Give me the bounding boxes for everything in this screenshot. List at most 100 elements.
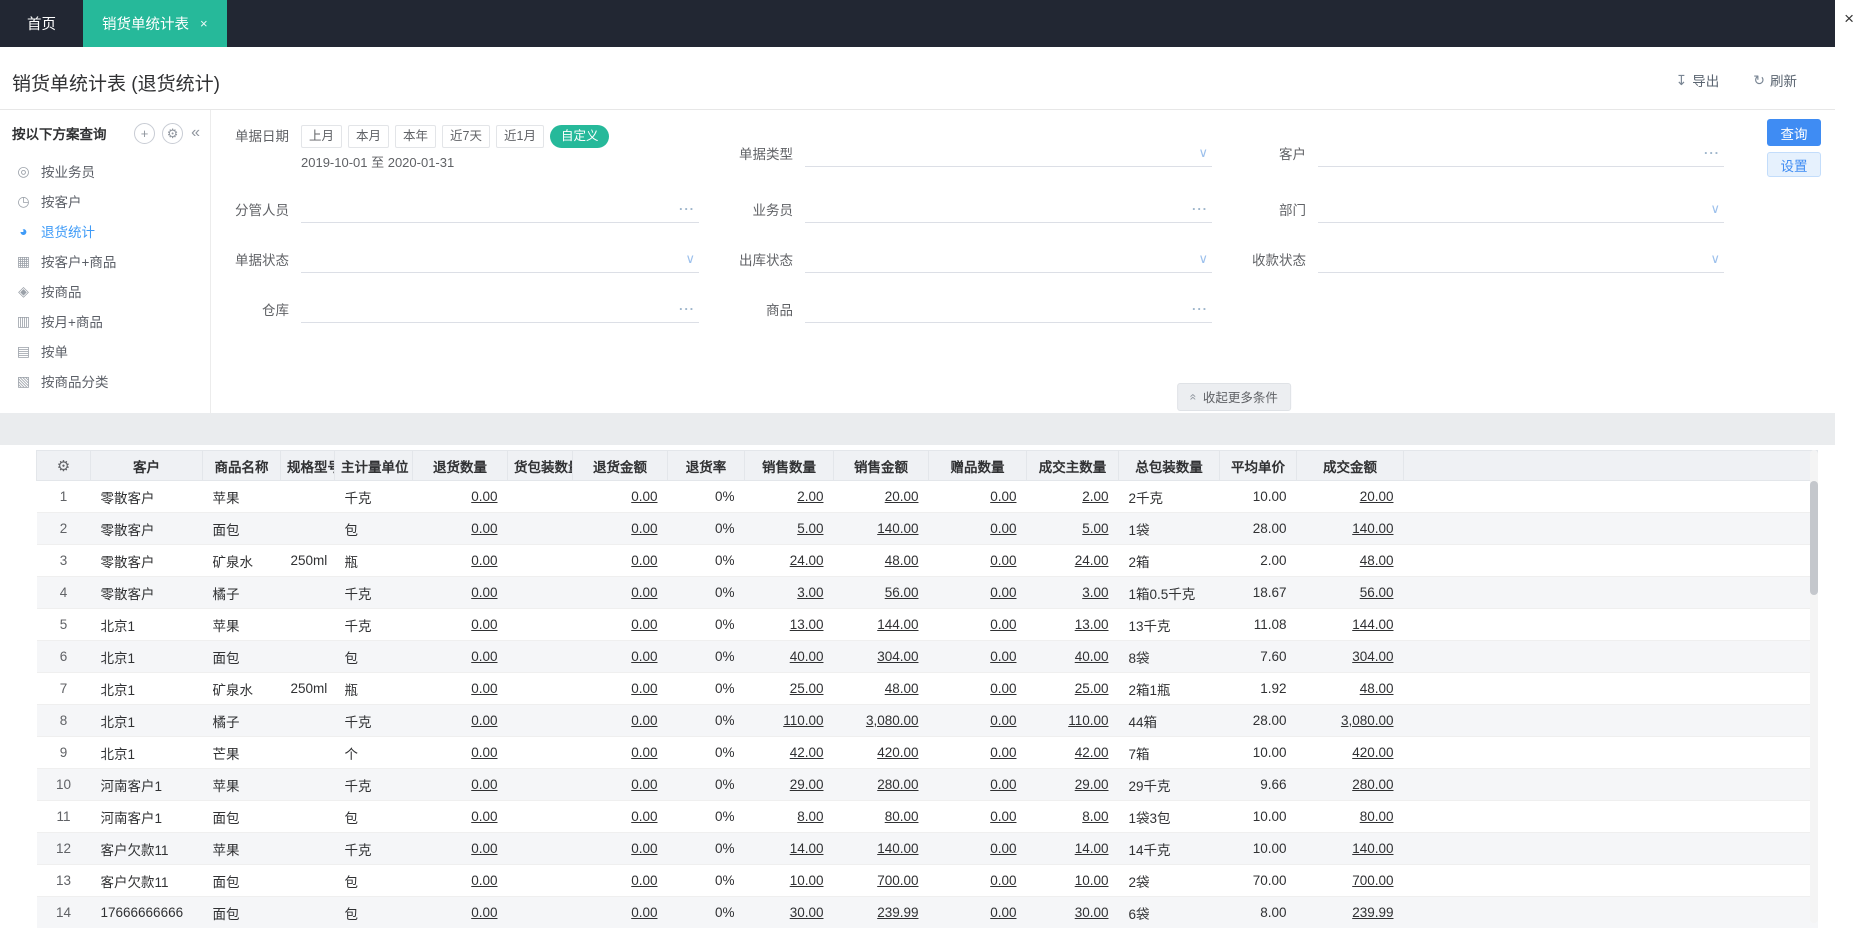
drilldown-link[interactable]: 48.00 bbox=[885, 553, 919, 568]
date-quick-button-2[interactable]: 本年 bbox=[395, 125, 437, 148]
drilldown-link[interactable]: 110.00 bbox=[1068, 713, 1108, 728]
drilldown-link[interactable]: 0.00 bbox=[631, 521, 657, 536]
drilldown-link[interactable]: 140.00 bbox=[1352, 521, 1393, 536]
drilldown-link[interactable]: 0.00 bbox=[631, 617, 657, 632]
drilldown-link[interactable]: 0.00 bbox=[471, 809, 497, 824]
filter-lookup-input[interactable]: ··· bbox=[301, 296, 699, 323]
sidebar-item-2[interactable]: ◕ 退货统计 bbox=[0, 216, 210, 246]
drilldown-link[interactable]: 0.00 bbox=[631, 777, 657, 792]
sidebar-item-6[interactable]: ▤ 按单 bbox=[0, 336, 210, 366]
date-custom-badge[interactable]: 自定义 bbox=[549, 125, 610, 148]
refresh-button[interactable]: ↻ 刷新 bbox=[1753, 70, 1797, 90]
scheme-settings-gear-icon[interactable]: ⚙ bbox=[162, 122, 184, 144]
drilldown-link[interactable]: 304.00 bbox=[877, 649, 918, 664]
filter-lookup-input[interactable]: ··· bbox=[805, 296, 1212, 323]
chevron-down-icon[interactable]: ∨ bbox=[1198, 251, 1208, 267]
drilldown-link[interactable]: 8.00 bbox=[797, 809, 823, 824]
drilldown-link[interactable]: 13.00 bbox=[1075, 617, 1109, 632]
drilldown-link[interactable]: 40.00 bbox=[1075, 649, 1109, 664]
drilldown-link[interactable]: 140.00 bbox=[1352, 841, 1393, 856]
drilldown-link[interactable]: 0.00 bbox=[471, 777, 497, 792]
drilldown-link[interactable]: 0.00 bbox=[990, 745, 1016, 760]
drilldown-link[interactable]: 140.00 bbox=[877, 521, 918, 536]
filter-select-input[interactable]: ∨ bbox=[805, 246, 1212, 273]
tab-sales-statistics[interactable]: 销货单统计表 × bbox=[83, 0, 227, 47]
date-quick-button-4[interactable]: 近1月 bbox=[496, 125, 544, 148]
sidebar-item-7[interactable]: ▧ 按商品分类 bbox=[0, 366, 210, 396]
date-quick-button-3[interactable]: 近7天 bbox=[442, 125, 490, 148]
drilldown-link[interactable]: 700.00 bbox=[877, 873, 918, 888]
date-range-value[interactable]: 2019-10-01 至 2020-01-31 bbox=[301, 152, 715, 171]
drilldown-link[interactable]: 5.00 bbox=[1082, 521, 1108, 536]
drilldown-link[interactable]: 144.00 bbox=[1352, 617, 1393, 632]
drilldown-link[interactable]: 0.00 bbox=[990, 809, 1016, 824]
drilldown-link[interactable]: 0.00 bbox=[990, 489, 1016, 504]
drilldown-link[interactable]: 280.00 bbox=[877, 777, 918, 792]
drilldown-link[interactable]: 0.00 bbox=[631, 905, 657, 920]
drilldown-link[interactable]: 0.00 bbox=[471, 681, 497, 696]
filter-select-input[interactable]: ∨ bbox=[805, 140, 1212, 167]
tab-close-icon[interactable]: × bbox=[200, 16, 208, 31]
drilldown-link[interactable]: 0.00 bbox=[631, 489, 657, 504]
sidebar-item-1[interactable]: ◷ 按客户 bbox=[0, 186, 210, 216]
date-quick-button-0[interactable]: 上月 bbox=[301, 125, 343, 148]
drilldown-link[interactable]: 2.00 bbox=[797, 489, 823, 504]
drilldown-link[interactable]: 700.00 bbox=[1352, 873, 1393, 888]
drilldown-link[interactable]: 30.00 bbox=[1075, 905, 1109, 920]
drilldown-link[interactable]: 25.00 bbox=[790, 681, 824, 696]
drilldown-link[interactable]: 0.00 bbox=[990, 841, 1016, 856]
drilldown-link[interactable]: 0.00 bbox=[990, 873, 1016, 888]
drilldown-link[interactable]: 56.00 bbox=[1360, 585, 1394, 600]
drilldown-link[interactable]: 304.00 bbox=[1352, 649, 1393, 664]
drilldown-link[interactable]: 0.00 bbox=[471, 745, 497, 760]
chevron-down-icon[interactable]: ∨ bbox=[685, 251, 695, 267]
drilldown-link[interactable]: 280.00 bbox=[1352, 777, 1393, 792]
filter-select-input[interactable]: ∨ bbox=[301, 246, 699, 273]
drilldown-link[interactable]: 0.00 bbox=[631, 553, 657, 568]
drilldown-link[interactable]: 29.00 bbox=[1075, 777, 1109, 792]
drilldown-link[interactable]: 0.00 bbox=[631, 585, 657, 600]
sidebar-item-4[interactable]: ◈ 按商品 bbox=[0, 276, 210, 306]
drilldown-link[interactable]: 239.99 bbox=[877, 905, 918, 920]
drilldown-link[interactable]: 0.00 bbox=[631, 649, 657, 664]
drilldown-link[interactable]: 0.00 bbox=[990, 521, 1016, 536]
drilldown-link[interactable]: 0.00 bbox=[990, 777, 1016, 792]
drilldown-link[interactable]: 0.00 bbox=[471, 521, 497, 536]
drilldown-link[interactable]: 40.00 bbox=[790, 649, 824, 664]
drilldown-link[interactable]: 0.00 bbox=[631, 809, 657, 824]
drilldown-link[interactable]: 24.00 bbox=[790, 553, 824, 568]
drilldown-link[interactable]: 144.00 bbox=[877, 617, 918, 632]
drilldown-link[interactable]: 0.00 bbox=[471, 841, 497, 856]
sidebar-collapse-icon[interactable]: « bbox=[191, 124, 200, 142]
export-button[interactable]: ↧ 导出 bbox=[1676, 70, 1720, 90]
drilldown-link[interactable]: 3.00 bbox=[1082, 585, 1108, 600]
drilldown-link[interactable]: 0.00 bbox=[990, 681, 1016, 696]
drilldown-link[interactable]: 0.00 bbox=[471, 553, 497, 568]
drilldown-link[interactable]: 0.00 bbox=[471, 873, 497, 888]
drilldown-link[interactable]: 3,080.00 bbox=[866, 713, 919, 728]
tab-home[interactable]: 首页 bbox=[0, 0, 83, 47]
drilldown-link[interactable]: 48.00 bbox=[885, 681, 919, 696]
ellipsis-icon[interactable]: ··· bbox=[1192, 201, 1208, 216]
ellipsis-icon[interactable]: ··· bbox=[679, 201, 695, 216]
drilldown-link[interactable]: 0.00 bbox=[471, 617, 497, 632]
drilldown-link[interactable]: 10.00 bbox=[790, 873, 824, 888]
drilldown-link[interactable]: 0.00 bbox=[631, 873, 657, 888]
sidebar-item-5[interactable]: ▥ 按月+商品 bbox=[0, 306, 210, 336]
drilldown-link[interactable]: 20.00 bbox=[885, 489, 919, 504]
date-quick-button-1[interactable]: 本月 bbox=[348, 125, 390, 148]
drilldown-link[interactable]: 0.00 bbox=[631, 681, 657, 696]
drilldown-link[interactable]: 420.00 bbox=[1352, 745, 1393, 760]
chevron-down-icon[interactable]: ∨ bbox=[1710, 201, 1720, 217]
sidebar-item-0[interactable]: ◎ 按业务员 bbox=[0, 156, 210, 186]
filter-select-input[interactable]: ∨ bbox=[1318, 246, 1724, 273]
drilldown-link[interactable]: 24.00 bbox=[1075, 553, 1109, 568]
drilldown-link[interactable]: 8.00 bbox=[1082, 809, 1108, 824]
drilldown-link[interactable]: 25.00 bbox=[1075, 681, 1109, 696]
drilldown-link[interactable]: 42.00 bbox=[1075, 745, 1109, 760]
drilldown-link[interactable]: 0.00 bbox=[471, 713, 497, 728]
drilldown-link[interactable]: 0.00 bbox=[471, 905, 497, 920]
filter-lookup-input[interactable]: ··· bbox=[301, 196, 699, 223]
drilldown-link[interactable]: 80.00 bbox=[1360, 809, 1394, 824]
column-settings-gear-icon[interactable]: ⚙ bbox=[36, 450, 91, 481]
